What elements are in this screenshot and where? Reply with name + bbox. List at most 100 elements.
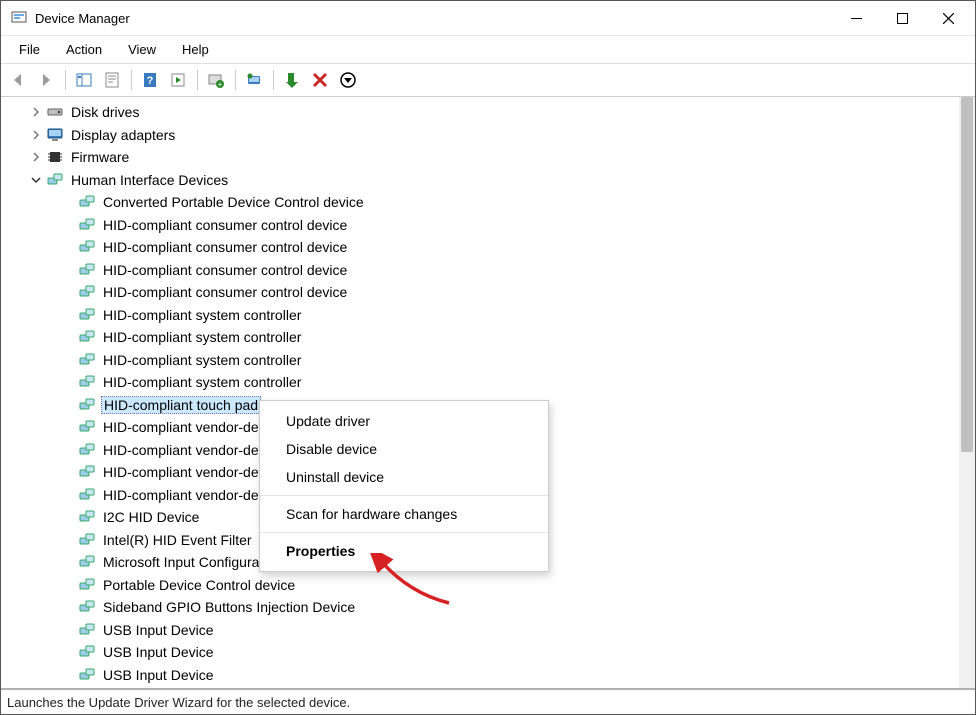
hid-icon [79,644,95,660]
ctx-scan-hardware[interactable]: Scan for hardware changes [260,500,548,528]
device-item[interactable]: USB Input Device [7,664,959,687]
disable-button[interactable] [335,67,361,93]
hid-icon [79,464,95,480]
device-item[interactable]: Sideband GPIO Buttons Injection Device [7,596,959,619]
device-item[interactable]: HID-compliant system controller [7,349,959,372]
device-label: USB Input Device [101,644,216,660]
hid-icon [79,419,95,435]
device-label: I2C HID Device [101,509,201,525]
device-label: Converted Portable Device Control device [101,194,366,210]
ctx-update-driver[interactable]: Update driver [260,407,548,435]
update-driver-button[interactable]: + [203,67,229,93]
hid-icon [79,667,95,683]
show-hide-tree-button[interactable] [71,67,97,93]
hid-icon [79,532,95,548]
device-label: HID-compliant system controller [101,307,303,323]
uninstall-button[interactable] [307,67,333,93]
display-icon [47,127,63,143]
svg-text:?: ? [147,75,154,87]
window-title: Device Manager [35,11,130,26]
hid-icon [79,509,95,525]
scrollbar-thumb[interactable] [961,97,973,452]
device-item[interactable]: USB Input Device [7,641,959,664]
hid-icon [79,442,95,458]
device-label: HID-compliant system controller [101,374,303,390]
toolbar-separator [128,68,134,92]
titlebar: Device Manager [1,1,975,35]
menu-action[interactable]: Action [54,39,114,60]
hid-icon [79,397,95,413]
device-item[interactable]: HID-compliant consumer control device [7,214,959,237]
device-label: HID-compliant consumer control device [101,239,349,255]
menubar: File Action View Help [1,35,975,63]
help-button[interactable]: ? [137,67,163,93]
action-button[interactable] [165,67,191,93]
close-button[interactable] [925,2,971,34]
device-label: HID-compliant touch pad [101,396,261,414]
device-item[interactable]: HID-compliant system controller [7,304,959,327]
device-item[interactable]: Converted Portable Device Control device [7,191,959,214]
properties-toolbar-button[interactable] [99,67,125,93]
hid-icon [79,239,95,255]
vertical-scrollbar[interactable] [959,97,975,688]
collapse-icon[interactable] [29,173,43,187]
hid-icon [79,599,95,615]
menu-file[interactable]: File [7,39,52,60]
menu-help[interactable]: Help [170,39,221,60]
category-firmware[interactable]: Firmware [7,146,959,169]
device-label: USB Input Device [101,667,216,683]
device-item[interactable]: HID-compliant system controller [7,371,959,394]
toolbar-separator [194,68,200,92]
hid-icon [47,172,63,188]
expand-icon[interactable] [29,128,43,142]
device-item[interactable]: HID-compliant system controller [7,326,959,349]
toolbar-separator [270,68,276,92]
device-item[interactable]: USB Input Device [7,619,959,642]
device-item[interactable]: HID-compliant consumer control device [7,281,959,304]
minimize-button[interactable] [833,2,879,34]
device-item[interactable]: HID-compliant consumer control device [7,236,959,259]
ctx-uninstall-device[interactable]: Uninstall device [260,463,548,491]
hid-icon [79,622,95,638]
device-label: HID-compliant consumer control device [101,262,349,278]
device-tree[interactable]: Disk drives Display adapters Firmware Hu… [1,97,959,688]
svg-text:+: + [218,80,223,89]
device-label: HID-compliant consumer control device [101,217,349,233]
category-label: Disk drives [69,104,141,120]
device-item[interactable]: Portable Device Control device [7,574,959,597]
category-hid[interactable]: Human Interface Devices [7,169,959,192]
statusbar: Launches the Update Driver Wizard for th… [1,688,975,714]
expand-icon[interactable] [29,150,43,164]
chip-icon [47,149,63,165]
category-label: Display adapters [69,127,177,143]
ctx-properties[interactable]: Properties [260,537,548,565]
category-display-adapters[interactable]: Display adapters [7,124,959,147]
menu-view[interactable]: View [116,39,168,60]
status-text: Launches the Update Driver Wizard for th… [7,695,350,710]
scan-button[interactable] [241,67,267,93]
device-label: HID-compliant consumer control device [101,284,349,300]
hid-icon [79,194,95,210]
app-icon [11,10,27,26]
device-manager-window: Device Manager File Action View Help ? + [0,0,976,715]
hid-icon [79,554,95,570]
hid-icon [79,284,95,300]
enable-button[interactable] [279,67,305,93]
maximize-button[interactable] [879,2,925,34]
ctx-disable-device[interactable]: Disable device [260,435,548,463]
back-button[interactable] [5,67,31,93]
toolbar-separator [232,68,238,92]
device-item[interactable]: HID-compliant consumer control device [7,259,959,282]
hid-icon [79,217,95,233]
context-menu: Update driver Disable device Uninstall d… [259,400,549,572]
hid-icon [79,577,95,593]
ctx-separator [260,532,548,533]
category-label: Firmware [69,149,131,165]
device-label: HID-compliant system controller [101,352,303,368]
device-label: USB Input Device [101,622,216,638]
forward-button[interactable] [33,67,59,93]
category-disk-drives[interactable]: Disk drives [7,101,959,124]
device-label: Intel(R) HID Event Filter [101,532,254,548]
toolbar: ? + [1,63,975,97]
expand-icon[interactable] [29,105,43,119]
